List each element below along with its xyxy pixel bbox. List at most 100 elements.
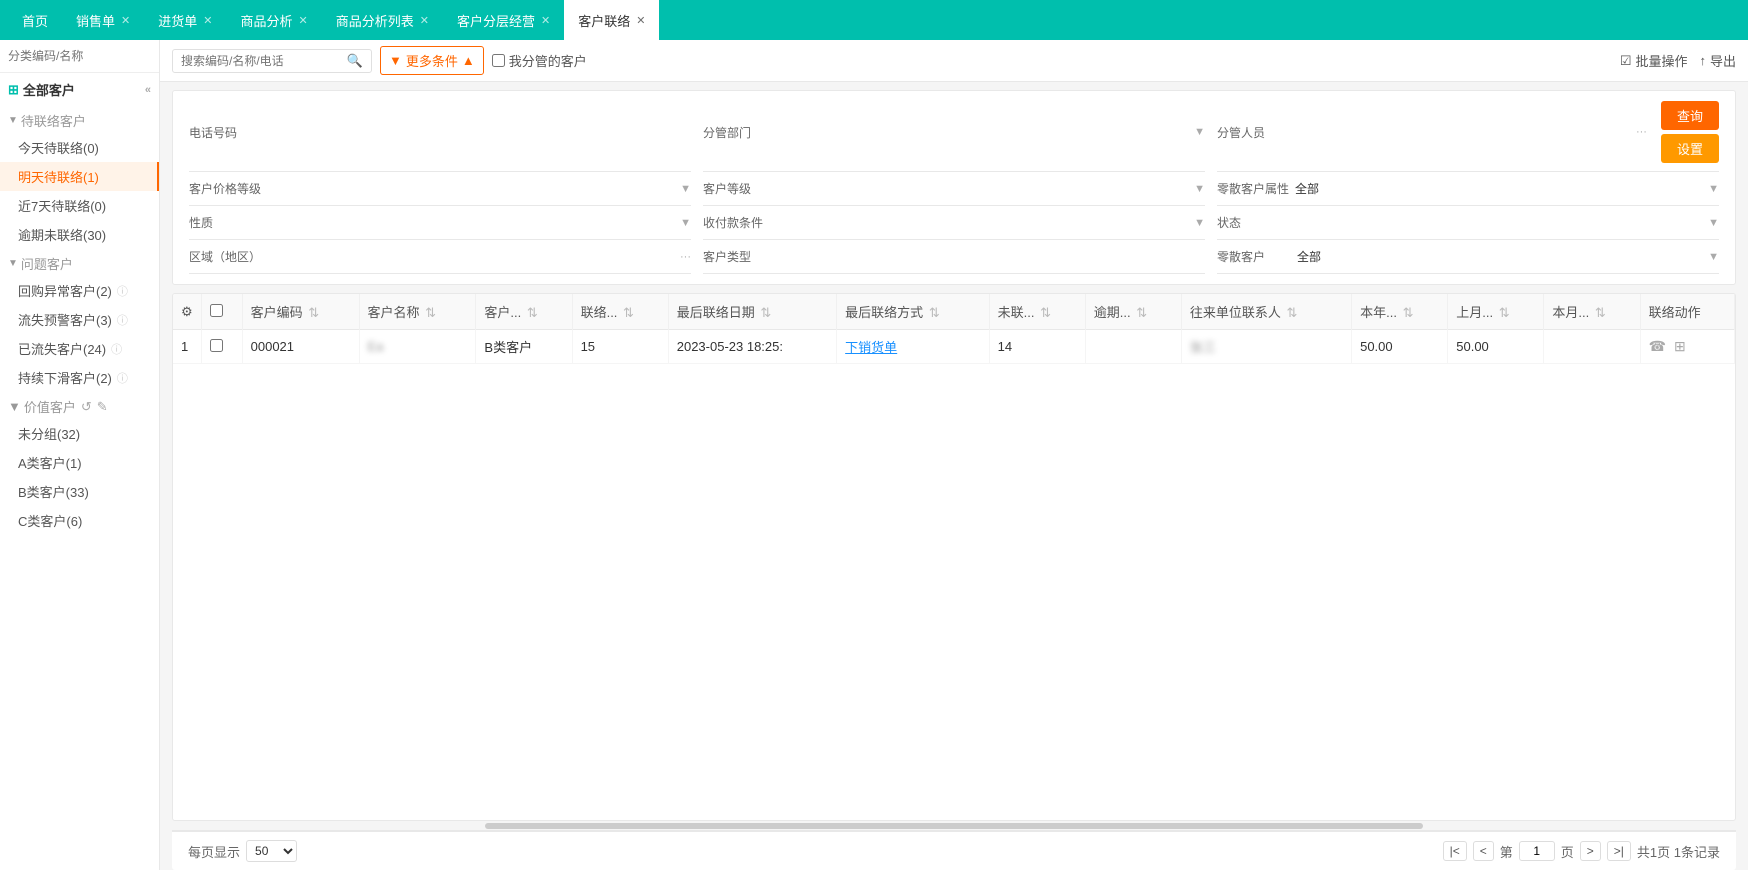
filter-phone-input[interactable] [265,125,691,139]
next-page-button[interactable]: > [1580,841,1601,861]
table-col-last-date[interactable]: 最后联络日期 ⇅ [668,294,836,330]
filter-status-input[interactable] [1293,216,1702,230]
filter-payment-input[interactable] [779,216,1188,230]
table-col-contact-person[interactable]: 往来单位联系人 ⇅ [1181,294,1351,330]
sidebar-item-week[interactable]: 近7天待联络(0) [0,191,159,220]
close-tab-analysis-list-icon[interactable]: ✕ [420,14,429,27]
sidebar-group-value[interactable]: ▼ 价值客户 ↺ ✎ [0,392,159,419]
chevron-down-scatter-icon[interactable]: ▼ [1708,251,1719,263]
page-number-input[interactable] [1519,841,1555,861]
sidebar-item-churned[interactable]: 已流失客户(24) ⓘ [0,334,159,363]
table-col-this-month[interactable]: 本月... ⇅ [1544,294,1640,330]
sidebar-all-customers[interactable]: ⊞ 全部客户 « [0,73,159,106]
page-size-select[interactable]: 50 100 200 [246,840,297,862]
toolbar: 🔍 ▼ 更多条件 ▲ 我分管的客户 ☑ 批量操作 ↑ 导出 [160,40,1748,82]
sort-last-date-icon: ⇅ [760,305,771,320]
first-page-button[interactable]: |< [1443,841,1467,861]
table-col-last-month[interactable]: 上月... ⇅ [1448,294,1544,330]
row-checkbox-cell[interactable] [201,330,242,364]
close-tab-customer-tier-icon[interactable]: ✕ [541,14,550,27]
chevron-down-scatter-attr-icon[interactable]: ▼ [1708,183,1719,195]
more-manager-icon[interactable]: ··· [1636,126,1647,138]
chevron-down-level-icon[interactable]: ▼ [1194,183,1205,195]
close-tab-purchase-icon[interactable]: ✕ [203,14,212,27]
nav-tab-customer-contact[interactable]: 客户联络 ✕ [564,0,659,40]
nav-home[interactable]: 首页 [8,0,62,40]
filter-dept-label: 分管部门 [703,124,773,141]
sidebar-group-pending[interactable]: ▼ 待联络客户 [0,106,159,133]
filter-scatter-attr-value: 全部 [1295,180,1319,197]
filter-icon: ▼ [389,53,402,68]
table-col-name[interactable]: 客户名称 ⇅ [359,294,476,330]
chevron-down-nature-icon[interactable]: ▼ [680,217,691,229]
row-contact-person: 张三 [1181,330,1351,364]
row-checkbox[interactable] [210,339,223,352]
sort-name-icon: ⇅ [425,305,436,320]
close-tab-sales-icon[interactable]: ✕ [121,14,130,27]
filter-dept-input[interactable] [779,125,1188,139]
more-region-icon[interactable]: ··· [680,251,691,263]
filter-region-input[interactable] [267,250,674,264]
filter-manager-input[interactable] [1293,125,1630,139]
horizontal-scrollbar[interactable] [172,821,1736,831]
chevron-down-dept-icon[interactable]: ▼ [1194,126,1205,138]
sidebar-item-class-c[interactable]: C类客户(6) [0,506,159,535]
sidebar-item-churn-warning[interactable]: 流失预警客户(3) ⓘ [0,305,159,334]
my-customer-checkbox[interactable] [492,54,505,67]
table-col-contact[interactable]: 联络... ⇅ [572,294,668,330]
sidebar-item-ungrouped[interactable]: 未分组(32) [0,419,159,448]
more-filter-button[interactable]: ▼ 更多条件 ▲ [380,46,484,75]
query-button[interactable]: 查询 [1661,101,1719,130]
my-customer-checkbox-area[interactable]: 我分管的客户 [492,51,587,70]
sidebar-item-abnormal[interactable]: 回购异常客户(2) ⓘ [0,276,159,305]
row-actions: ☎ ⊞ [1640,330,1734,364]
settings-button[interactable]: 设置 [1661,134,1719,163]
sidebar-item-tomorrow[interactable]: 明天待联络(1) [0,162,159,191]
chevron-down-status-icon[interactable]: ▼ [1708,217,1719,229]
chevron-down-price-icon[interactable]: ▼ [680,183,691,195]
table-col-uncontacted[interactable]: 未联... ⇅ [989,294,1085,330]
filter-customer-level-input[interactable] [779,182,1188,196]
sidebar-group-problem[interactable]: ▼ 问题客户 [0,249,159,276]
table-col-this-year[interactable]: 本年... ⇅ [1352,294,1448,330]
batch-op-button[interactable]: ☑ 批量操作 [1620,51,1688,70]
sidebar-item-declining[interactable]: 持续下滑客户(2) ⓘ [0,363,159,392]
sort-overdue-icon: ⇅ [1136,305,1147,320]
sidebar-search-input[interactable] [8,49,160,63]
table-checkbox-th[interactable] [201,294,242,330]
nav-tab-sales[interactable]: 销售单 ✕ [62,0,144,40]
nav-tab-customer-tier[interactable]: 客户分层经营 ✕ [443,0,564,40]
action-contact-icon[interactable]: ☎ [1649,338,1666,355]
action-more-icon[interactable]: ⊞ [1674,338,1686,355]
edit-icon[interactable]: ✎ [97,399,108,415]
refresh-icon[interactable]: ↺ [81,399,92,415]
last-page-button[interactable]: >| [1607,841,1631,861]
search-input[interactable] [181,54,347,68]
export-button[interactable]: ↑ 导出 [1699,51,1736,70]
close-tab-customer-contact-icon[interactable]: ✕ [636,14,645,27]
table-col-code[interactable]: 客户编码 ⇅ [242,294,359,330]
nav-tab-analysis[interactable]: 商品分析 ✕ [226,0,321,40]
table-settings-th[interactable]: ⚙ [173,294,201,330]
prev-page-button[interactable]: < [1473,841,1494,861]
filter-customer-type-input[interactable] [779,250,1205,264]
search-icon[interactable]: 🔍 [347,53,363,69]
select-all-checkbox[interactable] [210,304,223,317]
scrollbar-thumb[interactable] [485,823,1423,829]
sidebar-item-class-b[interactable]: B类客户(33) [0,477,159,506]
checkbox-icon: ☑ [1620,53,1632,69]
nav-tab-analysis-list[interactable]: 商品分析列表 ✕ [322,0,443,40]
sidebar-item-class-a[interactable]: A类客户(1) [0,448,159,477]
sidebar-item-today[interactable]: 今天待联络(0) [0,133,159,162]
sidebar-item-overdue[interactable]: 逾期未联络(30) [0,220,159,249]
nav-tab-purchase[interactable]: 进货单 ✕ [144,0,226,40]
filter-customer-level-label: 客户等级 [703,180,773,197]
filter-price-level-input[interactable] [267,182,674,196]
table-col-customer-type[interactable]: 客户... ⇅ [476,294,572,330]
row-last-contact-method[interactable]: 下销货单 [837,330,989,364]
close-tab-analysis-icon[interactable]: ✕ [299,14,308,27]
table-col-overdue[interactable]: 逾期... ⇅ [1085,294,1181,330]
table-col-last-method[interactable]: 最后联络方式 ⇅ [837,294,989,330]
chevron-down-payment-icon[interactable]: ▼ [1194,217,1205,229]
filter-nature-input[interactable] [265,216,674,230]
